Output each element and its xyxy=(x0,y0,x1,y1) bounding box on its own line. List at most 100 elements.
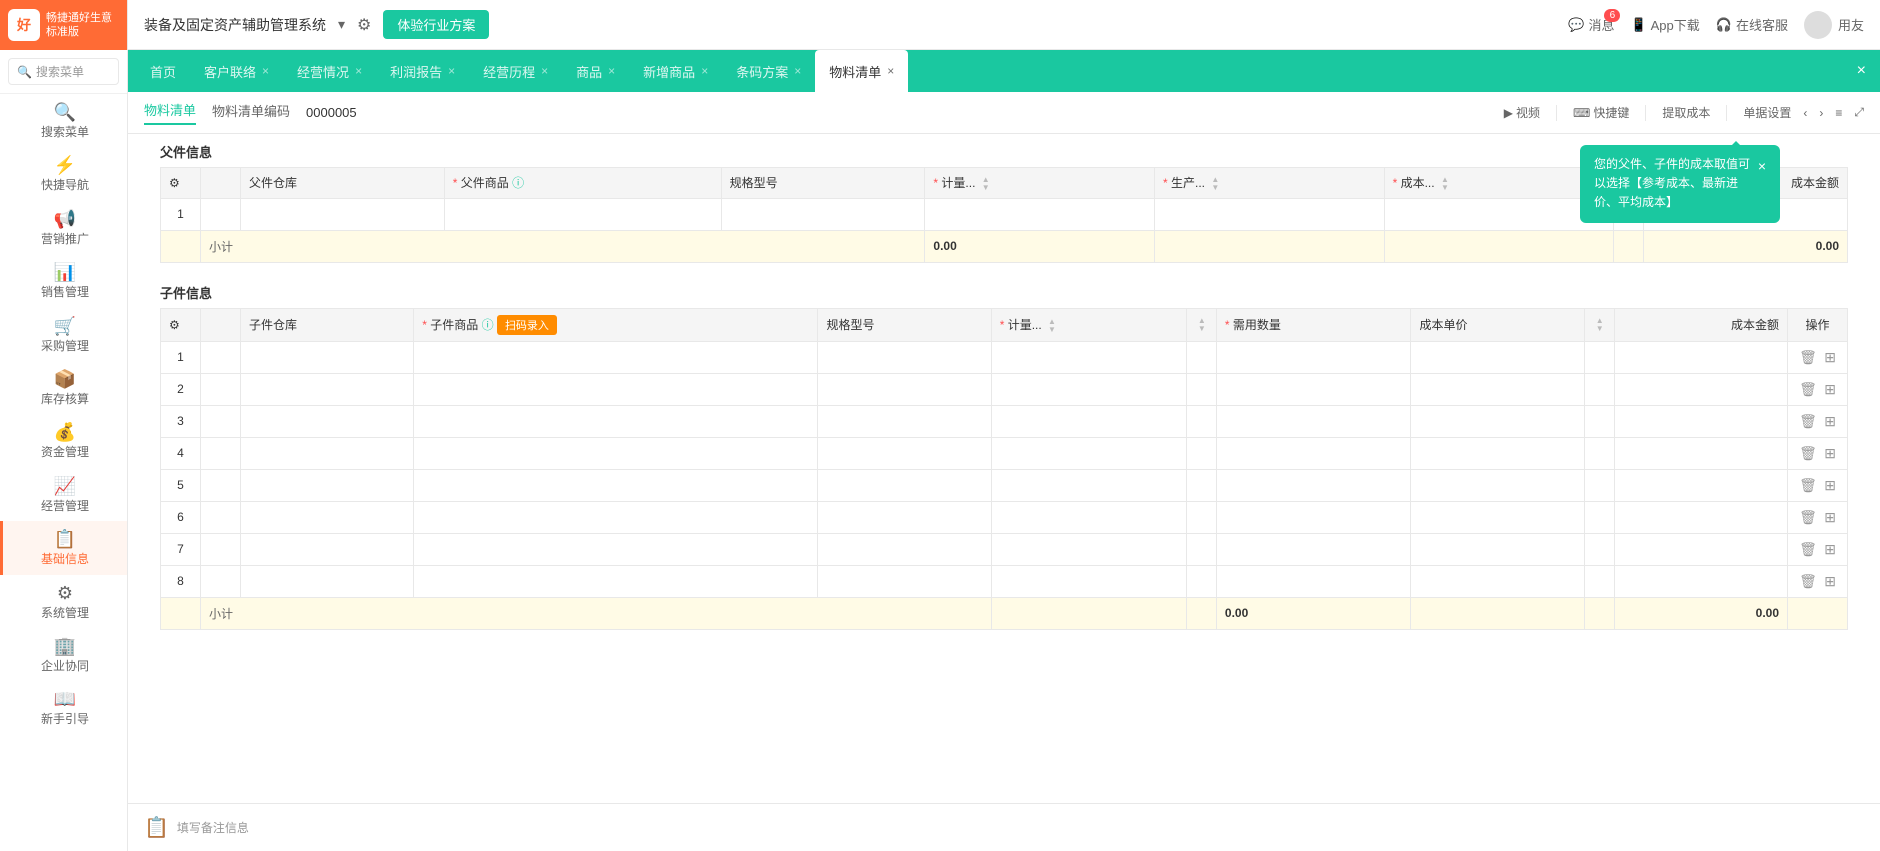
child-cell-unit-cost[interactable] xyxy=(1411,405,1584,437)
scan-button[interactable]: 扫码录入 xyxy=(497,315,557,335)
child-cell-product[interactable] xyxy=(414,405,818,437)
child-cell-unit-cost[interactable] xyxy=(1411,341,1584,373)
child-sort-icon3[interactable]: ▲▼ xyxy=(1596,317,1604,333)
child-cell-product[interactable] xyxy=(414,565,818,597)
sidebar-item-inventory[interactable]: 📦 库存核算 xyxy=(0,361,127,414)
child-cell-spec[interactable] xyxy=(818,533,991,565)
tab-home[interactable]: 首页 xyxy=(136,50,190,92)
child-cell-qty[interactable] xyxy=(1216,565,1411,597)
delete-icon[interactable]: 🗑 xyxy=(1799,413,1817,429)
child-cell-product[interactable] xyxy=(414,341,818,373)
sidebar-item-enterprise[interactable]: 🏢 企业协同 xyxy=(0,628,127,681)
nav-next[interactable]: › xyxy=(1819,106,1823,120)
tab-profit[interactable]: 利润报告× xyxy=(376,50,469,92)
sidebar-item-basic-info[interactable]: 📋 基础信息 xyxy=(0,521,127,574)
child-cell-spec[interactable] xyxy=(818,405,991,437)
tab-close-history[interactable]: × xyxy=(541,64,548,78)
page-tab-bom[interactable]: 物料清单 xyxy=(144,100,196,125)
copy-icon[interactable]: ⊞ xyxy=(1824,477,1836,493)
sidebar-search[interactable]: 🔍 搜索菜单 xyxy=(0,50,127,94)
child-cell-product[interactable] xyxy=(414,437,818,469)
copy-icon[interactable]: ⊞ xyxy=(1824,349,1836,365)
parent-cell-spec[interactable] xyxy=(721,198,925,230)
sort-icon3[interactable]: ▲▼ xyxy=(1441,176,1449,192)
tooltip-close[interactable]: × xyxy=(1758,155,1766,177)
sidebar-item-operations-mgmt[interactable]: 📈 经营管理 xyxy=(0,468,127,521)
message-action[interactable]: 💬 消息 6 xyxy=(1568,15,1614,34)
single-settings-action[interactable]: 单据设置 xyxy=(1743,104,1791,121)
child-cell-unit[interactable] xyxy=(991,533,1186,565)
sort-icon2[interactable]: ▲▼ xyxy=(1211,176,1219,192)
child-cell-qty[interactable] xyxy=(1216,469,1411,501)
tab-history[interactable]: 经营历程× xyxy=(469,50,562,92)
extract-cost-action[interactable]: 提取成本 xyxy=(1662,104,1710,121)
delete-icon[interactable]: 🗑 xyxy=(1799,381,1817,397)
delete-icon[interactable]: 🗑 xyxy=(1799,349,1817,365)
parent-cell-product[interactable] xyxy=(444,198,721,230)
sidebar-item-purchase[interactable]: 🛒 采购管理 xyxy=(0,308,127,361)
child-cell-warehouse[interactable] xyxy=(241,533,414,565)
child-cell-qty[interactable] xyxy=(1216,341,1411,373)
tab-close-profit[interactable]: × xyxy=(448,64,455,78)
child-cell-warehouse[interactable] xyxy=(241,565,414,597)
copy-icon[interactable]: ⊞ xyxy=(1824,413,1836,429)
child-th-gear[interactable]: ⚙ xyxy=(161,308,201,341)
child-cell-unit-cost[interactable] xyxy=(1411,533,1584,565)
child-cell-unit[interactable] xyxy=(991,341,1186,373)
delete-icon[interactable]: 🗑 xyxy=(1799,541,1817,557)
child-cell-unit-cost[interactable] xyxy=(1411,437,1584,469)
fullscreen-icon[interactable]: ⤢ xyxy=(1854,105,1864,120)
video-action[interactable]: ▶ 视频 xyxy=(1504,104,1540,121)
online-service-action[interactable]: 🎧 在线客服 xyxy=(1716,15,1788,34)
child-cell-qty[interactable] xyxy=(1216,533,1411,565)
child-cell-qty[interactable] xyxy=(1216,501,1411,533)
tab-customer[interactable]: 客户联络× xyxy=(190,50,283,92)
tab-close-operations[interactable]: × xyxy=(355,64,362,78)
sidebar-item-marketing[interactable]: 📢 营销推广 xyxy=(0,201,127,254)
menu-icon[interactable]: ≡ xyxy=(1835,106,1842,120)
tab-bom[interactable]: 物料清单× xyxy=(815,50,908,92)
settings-icon[interactable]: ⚙ xyxy=(357,15,371,35)
copy-icon[interactable]: ⊞ xyxy=(1824,381,1836,397)
child-cell-qty[interactable] xyxy=(1216,437,1411,469)
delete-icon[interactable]: 🗑 xyxy=(1799,573,1817,589)
child-cell-qty[interactable] xyxy=(1216,405,1411,437)
tab-operations[interactable]: 经营情况× xyxy=(283,50,376,92)
delete-icon[interactable]: 🗑 xyxy=(1799,477,1817,493)
tab-new_products[interactable]: 新增商品× xyxy=(629,50,722,92)
child-cell-unit-cost[interactable] xyxy=(1411,565,1584,597)
child-cell-spec[interactable] xyxy=(818,341,991,373)
parent-cell-unit[interactable] xyxy=(925,198,1155,230)
child-sort-icon1[interactable]: ▲▼ xyxy=(1048,318,1056,334)
child-cell-unit-cost[interactable] xyxy=(1411,501,1584,533)
copy-icon[interactable]: ⊞ xyxy=(1824,509,1836,525)
sort-icon[interactable]: ▲▼ xyxy=(982,176,990,192)
sidebar-item-finance[interactable]: 💰 资金管理 xyxy=(0,414,127,467)
app-download-action[interactable]: 📱 App下载 xyxy=(1630,15,1699,34)
trial-button[interactable]: 体验行业方案 xyxy=(383,10,489,39)
child-cell-spec[interactable] xyxy=(818,501,991,533)
child-cell-product[interactable] xyxy=(414,533,818,565)
tab-close-customer[interactable]: × xyxy=(262,64,269,78)
note-icon[interactable]: 📋 xyxy=(144,815,169,840)
child-cell-warehouse[interactable] xyxy=(241,469,414,501)
child-sort-icon2[interactable]: ▲▼ xyxy=(1198,317,1206,333)
page-tab-code[interactable]: 物料清单编码 xyxy=(212,101,290,124)
tab-close-barcode[interactable]: × xyxy=(794,64,801,78)
copy-icon[interactable]: ⊞ xyxy=(1824,541,1836,557)
child-cell-unit[interactable] xyxy=(991,437,1186,469)
child-cell-spec[interactable] xyxy=(818,565,991,597)
child-cell-spec[interactable] xyxy=(818,373,991,405)
sidebar-item-guide[interactable]: 📖 新手引导 xyxy=(0,681,127,734)
tab-products[interactable]: 商品× xyxy=(562,50,629,92)
parent-th-gear[interactable]: ⚙ xyxy=(161,168,201,199)
child-cell-unit[interactable] xyxy=(991,405,1186,437)
tab-close-products[interactable]: × xyxy=(608,64,615,78)
child-cell-qty[interactable] xyxy=(1216,373,1411,405)
child-cell-spec[interactable] xyxy=(818,437,991,469)
parent-cell-production[interactable] xyxy=(1155,198,1385,230)
search-menu-button[interactable]: 🔍 搜索菜单 xyxy=(8,58,119,85)
system-dropdown[interactable]: ▾ xyxy=(338,16,345,33)
delete-icon[interactable]: 🗑 xyxy=(1799,445,1817,461)
sidebar-item-search[interactable]: 🔍 搜索菜单 xyxy=(0,94,127,147)
